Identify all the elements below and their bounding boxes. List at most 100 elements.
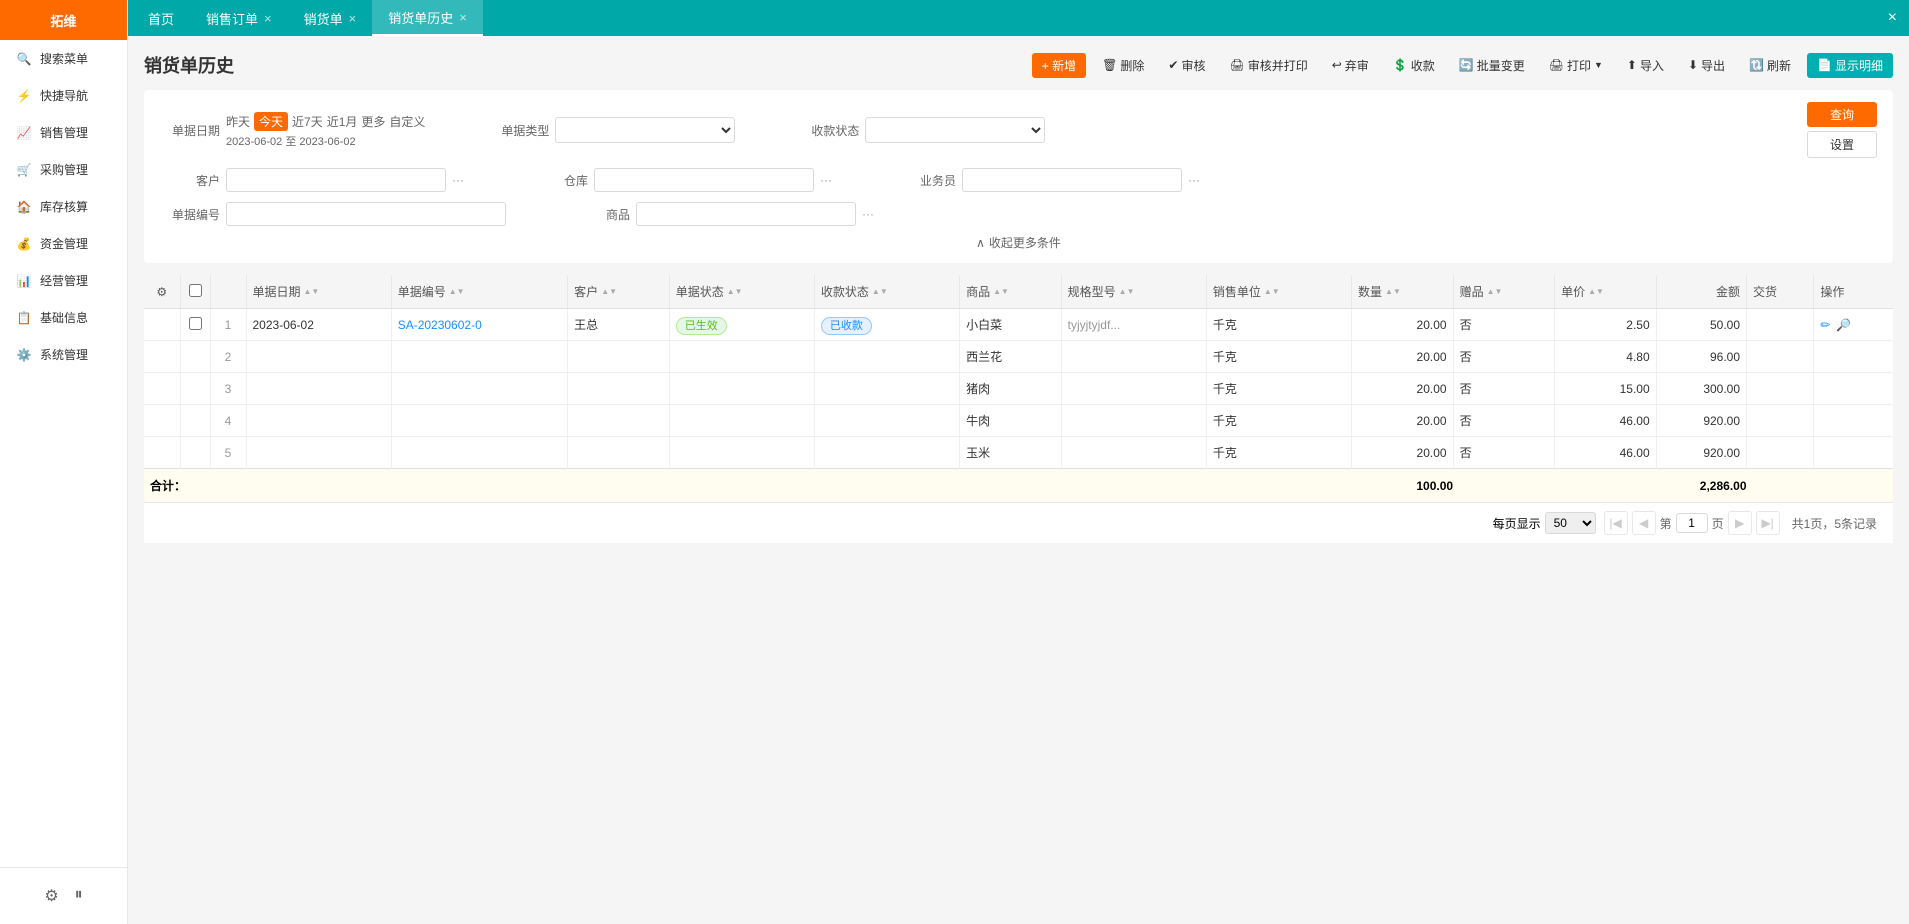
collapse-filter-btn[interactable]: ∧ 收起更多条件 <box>160 234 1877 251</box>
shortcut-today[interactable]: 今天 <box>254 112 288 131</box>
customer-input[interactable] <box>226 168 446 192</box>
settings-filter-button[interactable]: 设置 <box>1807 131 1877 158</box>
qty-sort-icon[interactable]: ▲▼ <box>1385 287 1401 296</box>
last-page-btn[interactable]: ▶| <box>1756 511 1780 535</box>
shortcut-yesterday[interactable]: 昨天 <box>226 113 250 130</box>
docno-sort-icon[interactable]: ▲▼ <box>449 287 465 296</box>
docno-label: 单据编号 <box>160 206 220 223</box>
docstatus-sort-icon[interactable]: ▲▼ <box>727 287 743 296</box>
row-actions <box>1814 437 1893 469</box>
docno-input[interactable] <box>226 202 506 226</box>
action-详情[interactable]: 🔎 <box>1836 318 1851 332</box>
page-number-input[interactable] <box>1676 513 1708 533</box>
gift-sort-icon[interactable]: ▲▼ <box>1487 287 1503 296</box>
bottom-settings-icon[interactable]: ⚙ <box>44 886 58 906</box>
per-page-container: 每页显示 50 100 <box>1493 512 1596 534</box>
nav-sales-history[interactable]: 销货单历史 × <box>372 0 483 36</box>
sidebar-item-purchase[interactable]: 🛒 采购管理 <box>0 151 127 188</box>
row-docno <box>391 405 567 437</box>
delete-button[interactable]: 🗑 删除 <box>1094 53 1152 78</box>
row-goods: 牛肉 <box>960 405 1062 437</box>
goods-sort-icon[interactable]: ▲▼ <box>993 287 1009 296</box>
nav-sales-order[interactable]: 销售订单 × <box>190 0 288 36</box>
sidebar-item-quicknav[interactable]: ⚡ 快捷导航 <box>0 77 127 114</box>
goods-dots[interactable]: ··· <box>862 207 874 221</box>
goods-col-header[interactable]: 商品 ▲▼ <box>960 275 1062 309</box>
spec-sort-icon[interactable]: ▲▼ <box>1119 287 1135 296</box>
detail-icon: 📄 <box>1817 58 1832 72</box>
sidebar-item-label: 基础信息 <box>40 309 88 326</box>
close-sales-goods-btn[interactable]: × <box>349 11 357 26</box>
warehouse-dots[interactable]: ··· <box>820 173 832 187</box>
shortcut-custom[interactable]: 自定义 <box>389 113 425 130</box>
row-collectstatus <box>814 405 959 437</box>
select-all-checkbox[interactable] <box>189 284 202 297</box>
discard-button[interactable]: ↩ 弃审 <box>1324 53 1377 78</box>
staff-input[interactable] <box>962 168 1182 192</box>
action-编辑[interactable]: ✏ <box>1820 318 1830 332</box>
nav-sales-goods[interactable]: 销货单 × <box>288 0 373 36</box>
sidebar-item-search[interactable]: 🔍 搜索菜单 <box>0 40 127 77</box>
unit-col-header[interactable]: 销售单位 ▲▼ <box>1206 275 1351 309</box>
new-button[interactable]: + 新增 <box>1032 53 1086 78</box>
close-sales-order-btn[interactable]: × <box>264 11 272 26</box>
row-spec <box>1061 341 1206 373</box>
batch-change-button[interactable]: 🔄 批量变更 <box>1451 53 1533 78</box>
nav-home[interactable]: 首页 <box>128 0 190 36</box>
export-button[interactable]: ⬇ 导出 <box>1680 53 1733 78</box>
shortcut-more[interactable]: 更多 <box>361 113 385 130</box>
table-settings-icon[interactable]: ⚙ <box>156 285 167 299</box>
gift-col-header[interactable]: 赠品 ▲▼ <box>1453 275 1555 309</box>
audit-button[interactable]: ✔ 审核 <box>1160 53 1213 78</box>
sidebar-item-system[interactable]: ⚙️ 系统管理 <box>0 336 127 373</box>
audit-print-button[interactable]: 🖨 审核并打印 <box>1221 53 1315 78</box>
row-num: 4 <box>210 405 246 437</box>
import-button[interactable]: ⬆ 导入 <box>1619 53 1672 78</box>
first-page-btn[interactable]: |◀ <box>1604 511 1628 535</box>
show-detail-button[interactable]: 📄 显示明细 <box>1807 53 1893 78</box>
collect-button[interactable]: 💲 收款 <box>1385 53 1443 78</box>
query-button[interactable]: 查询 <box>1807 102 1877 127</box>
close-sales-history-btn[interactable]: × <box>459 10 467 25</box>
goods-input[interactable] <box>636 202 856 226</box>
docstatus-col-header[interactable]: 单据状态 ▲▼ <box>669 275 814 309</box>
staff-dots[interactable]: ··· <box>1188 173 1200 187</box>
unitprice-col-header[interactable]: 单价 ▲▼ <box>1555 275 1657 309</box>
date-col-header[interactable]: 单据日期 ▲▼ <box>246 275 391 309</box>
close-all-tabs-btn[interactable]: × <box>1888 9 1909 27</box>
bottom-collapse-icon[interactable]: ⏸ <box>75 886 83 906</box>
date-shortcuts: 昨天 今天 近7天 近1月 更多 自定义 <box>226 112 425 131</box>
sidebar-item-basic[interactable]: 📋 基础信息 <box>0 299 127 336</box>
collect-status-select[interactable] <box>865 117 1045 143</box>
warehouse-input[interactable] <box>594 168 814 192</box>
row-checkbox-cell <box>180 341 210 373</box>
doc-no-link[interactable]: SA-20230602-0 <box>398 318 482 332</box>
customer-dots[interactable]: ··· <box>452 173 464 187</box>
spec-col-header[interactable]: 规格型号 ▲▼ <box>1061 275 1206 309</box>
sidebar-item-operation[interactable]: 📊 经营管理 <box>0 262 127 299</box>
unit-sort-icon[interactable]: ▲▼ <box>1264 287 1280 296</box>
sidebar-item-inventory[interactable]: 🏠 库存核算 <box>0 188 127 225</box>
next-page-btn[interactable]: ▶ <box>1728 511 1752 535</box>
date-sort-icon[interactable]: ▲▼ <box>304 287 320 296</box>
unitprice-sort-icon[interactable]: ▲▼ <box>1588 287 1604 296</box>
sidebar-logo: 拓维 <box>0 0 127 40</box>
per-page-select[interactable]: 50 100 <box>1545 512 1596 534</box>
shortcut-7days[interactable]: 近7天 <box>292 113 323 130</box>
collectstatus-col-header[interactable]: 收款状态 ▲▼ <box>814 275 959 309</box>
collectstatus-sort-icon[interactable]: ▲▼ <box>872 287 888 296</box>
sidebar-item-finance[interactable]: 💰 资金管理 <box>0 225 127 262</box>
qty-col-header[interactable]: 数量 ▲▼ <box>1352 275 1454 309</box>
customer-col-header[interactable]: 客户 ▲▼ <box>568 275 670 309</box>
sidebar-item-sales[interactable]: 📈 销售管理 <box>0 114 127 151</box>
row-checkbox[interactable] <box>189 317 202 330</box>
print-button[interactable]: 🖨 打印 ▼ <box>1541 53 1611 78</box>
settings-col-header[interactable]: ⚙ <box>144 275 180 309</box>
doctype-select[interactable] <box>555 117 735 143</box>
prev-page-btn[interactable]: ◀ <box>1632 511 1656 535</box>
customer-sort-icon[interactable]: ▲▼ <box>601 287 617 296</box>
shortcut-1month[interactable]: 近1月 <box>327 113 358 130</box>
row-qty: 20.00 <box>1352 309 1454 341</box>
docno-col-header[interactable]: 单据编号 ▲▼ <box>391 275 567 309</box>
refresh-button[interactable]: 🔃 刷新 <box>1741 53 1799 78</box>
